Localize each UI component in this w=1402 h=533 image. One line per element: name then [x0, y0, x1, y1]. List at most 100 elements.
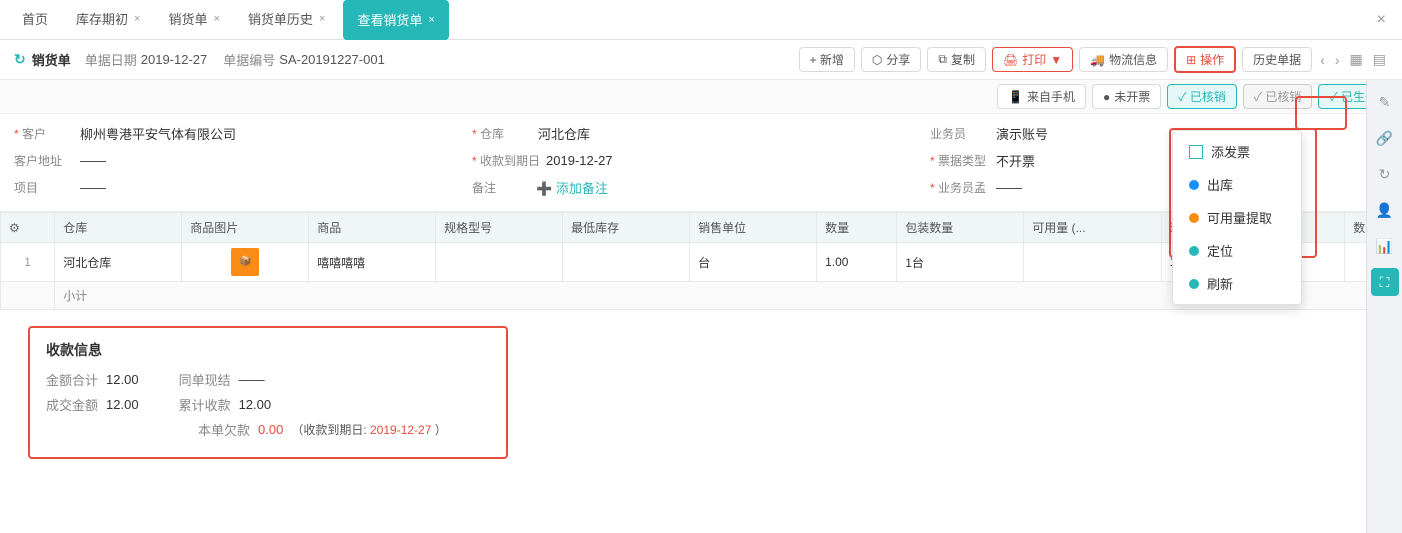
print-button[interactable]: 🖨 打印 ▼ — [992, 47, 1073, 72]
row-sales-unit: 台 — [690, 243, 817, 282]
logistics-button[interactable]: 🚚 物流信息 — [1079, 47, 1168, 72]
user-icon: 👤 — [1376, 202, 1393, 219]
payment-box: 收款信息 金额合计 12.00 同单现结 —— 成交金额 12.00 — [28, 326, 508, 459]
row-model — [436, 243, 563, 282]
sidebar-user-icon[interactable]: 👤 — [1371, 196, 1399, 224]
customer-field: 客户 柳州粤港平安气体有限公司 — [14, 124, 472, 143]
history-button[interactable]: 历史单据 — [1242, 47, 1312, 72]
tab-inventory-init[interactable]: 库存期初 × — [62, 0, 154, 40]
payment-area: 收款信息 金额合计 12.00 同单现结 —— 成交金额 12.00 — [0, 310, 1402, 475]
add-invoice-item[interactable]: 添发票 — [1173, 135, 1301, 168]
project-label: 项目 — [14, 179, 74, 196]
col-min-stock: 最低库存 — [563, 213, 690, 243]
tab-sales-history[interactable]: 销货单历史 × — [234, 0, 339, 40]
list-view-icon[interactable]: ▤ — [1371, 51, 1388, 68]
address-value: —— — [80, 153, 472, 168]
refresh-item[interactable]: 刷新 — [1173, 267, 1301, 300]
ticket-type-field: 票据类型 不开票 — [930, 151, 1388, 170]
available-qty-label: 可用量提取 — [1207, 208, 1272, 227]
due-date-label: 收款到期日 — [472, 152, 540, 169]
sidebar-edit-icon[interactable]: ✎ — [1371, 88, 1399, 116]
logistics-icon: 🚚 — [1090, 53, 1105, 67]
doc-header: ↻ 销货单 单据日期 2019-12-27 单据编号 SA-20191227-0… — [0, 40, 1402, 80]
col-package-qty: 包装数量 — [897, 213, 1024, 243]
customer-label: 客户 — [14, 125, 74, 142]
voided-icon: ✓ — [1254, 90, 1262, 104]
customer-value: 柳州粤港平安气体有限公司 — [80, 124, 472, 143]
sales-order-icon: ↻ — [14, 51, 26, 68]
project-value: —— — [80, 180, 472, 195]
outbound-item[interactable]: 出库 — [1173, 168, 1301, 201]
right-sidebar: ✎ 🔗 ↻ 👤 📊 ⛶ — [1366, 80, 1402, 533]
not-open-button[interactable]: ● 未开票 — [1092, 84, 1161, 109]
refresh-label: 刷新 — [1207, 274, 1233, 293]
cumulative-label: 累计收款 — [179, 395, 231, 414]
tab-view-sales[interactable]: 查看销货单 × — [343, 0, 448, 40]
warehouse-value: 河北仓库 — [538, 124, 930, 143]
due-date-field: 收款到期日 2019-12-27 — [472, 152, 930, 169]
transaction-label: 成交金额 — [46, 395, 98, 414]
locate-item[interactable]: 定位 — [1173, 234, 1301, 267]
outstanding-label: 本单欠款 — [198, 420, 250, 439]
copy-button[interactable]: ⧉ 复制 — [927, 47, 986, 72]
warehouse-field: 仓库 河北仓库 — [472, 124, 930, 143]
check-button[interactable]: ✓ 已核销 — [1167, 84, 1237, 109]
col-warehouse: 仓库 — [55, 213, 182, 243]
operations-grid-icon: ⊞ — [1186, 53, 1196, 67]
locate-dot — [1189, 246, 1199, 256]
sidebar-link-icon[interactable]: 🔗 — [1371, 124, 1399, 152]
voided-button[interactable]: ✓ 已核销 — [1243, 84, 1313, 109]
operations-button[interactable]: ⊞ 操作 — [1174, 46, 1236, 73]
note-field: 备注 ➕ 添加备注 — [472, 178, 930, 197]
tab-view-sales-close[interactable]: × — [428, 14, 434, 26]
add-note-icon: ➕ — [536, 181, 552, 196]
same-order-field: 同单现结 —— — [179, 370, 265, 389]
tab-home[interactable]: 首页 — [8, 0, 62, 40]
date-label: 单据日期 2019-12-27 — [85, 50, 208, 69]
doc-title: ↻ 销货单 — [14, 50, 71, 69]
from-mobile-button[interactable]: 📱 来自手机 — [997, 84, 1086, 109]
due-date-note: 2019-12-27 — [370, 423, 431, 437]
tab-sales-order-close[interactable]: × — [213, 13, 219, 25]
tab-sales-history-close[interactable]: × — [319, 13, 325, 25]
row-quantity: 1.00 — [817, 243, 897, 282]
gear-icon: ⚙ — [9, 221, 20, 235]
grid-view-icon[interactable]: ▦ — [1348, 51, 1365, 68]
amount-total-value: 12.00 — [106, 372, 139, 387]
col-product-img: 商品图片 — [182, 213, 309, 243]
tab-inventory-init-close[interactable]: × — [134, 13, 140, 25]
tab-sales-order[interactable]: 销货单 × — [154, 0, 233, 40]
data-icon: 📊 — [1376, 238, 1393, 255]
new-button[interactable]: + 新增 — [799, 47, 855, 72]
outstanding-value: 0.00 — [258, 422, 283, 437]
prev-page-icon[interactable]: ‹ — [1318, 52, 1327, 68]
sidebar-refresh-icon[interactable]: ↻ — [1371, 160, 1399, 188]
ticket-icon: ● — [1103, 90, 1110, 104]
col-settings[interactable]: ⚙ — [1, 213, 55, 243]
note-label: 备注 — [472, 179, 532, 196]
add-note-button[interactable]: ➕ 添加备注 — [536, 178, 930, 197]
share-button[interactable]: ⬡ 分享 — [861, 47, 922, 72]
product-thumbnail: 📦 — [231, 248, 259, 276]
available-qty-item[interactable]: 可用量提取 — [1173, 201, 1301, 234]
sidebar-expand-icon[interactable]: ⛶ — [1371, 268, 1399, 296]
number-label: 单据编号 SA-20191227-001 — [223, 50, 385, 69]
effective-icon: ✓ — [1329, 90, 1337, 104]
row-product-img: 📦 — [182, 243, 309, 282]
check-icon: ✓ — [1178, 90, 1186, 104]
col-product: 商品 — [309, 213, 436, 243]
tab-bar: 首页 库存期初 × 销货单 × 销货单历史 × 查看销货单 × × — [0, 0, 1402, 40]
address-label: 客户地址 — [14, 152, 74, 169]
outbound-dot — [1189, 180, 1199, 190]
amount-total-label: 金额合计 — [46, 370, 98, 389]
sales2-field: 业务员孟 —— — [930, 179, 1388, 196]
expand-icon: ⛶ — [1380, 274, 1390, 291]
sidebar-data-icon[interactable]: 📊 — [1371, 232, 1399, 260]
window-close-button[interactable]: × — [1369, 11, 1394, 29]
next-page-icon[interactable]: › — [1333, 52, 1342, 68]
address-field: 客户地址 —— — [14, 152, 472, 169]
print-icon: 🖨 — [1003, 53, 1018, 67]
transaction-field: 成交金额 12.00 — [46, 395, 139, 414]
edit-icon: ✎ — [1379, 94, 1391, 111]
operations-dropdown: 添发票 出库 可用量提取 定位 刷新 — [1172, 130, 1302, 305]
